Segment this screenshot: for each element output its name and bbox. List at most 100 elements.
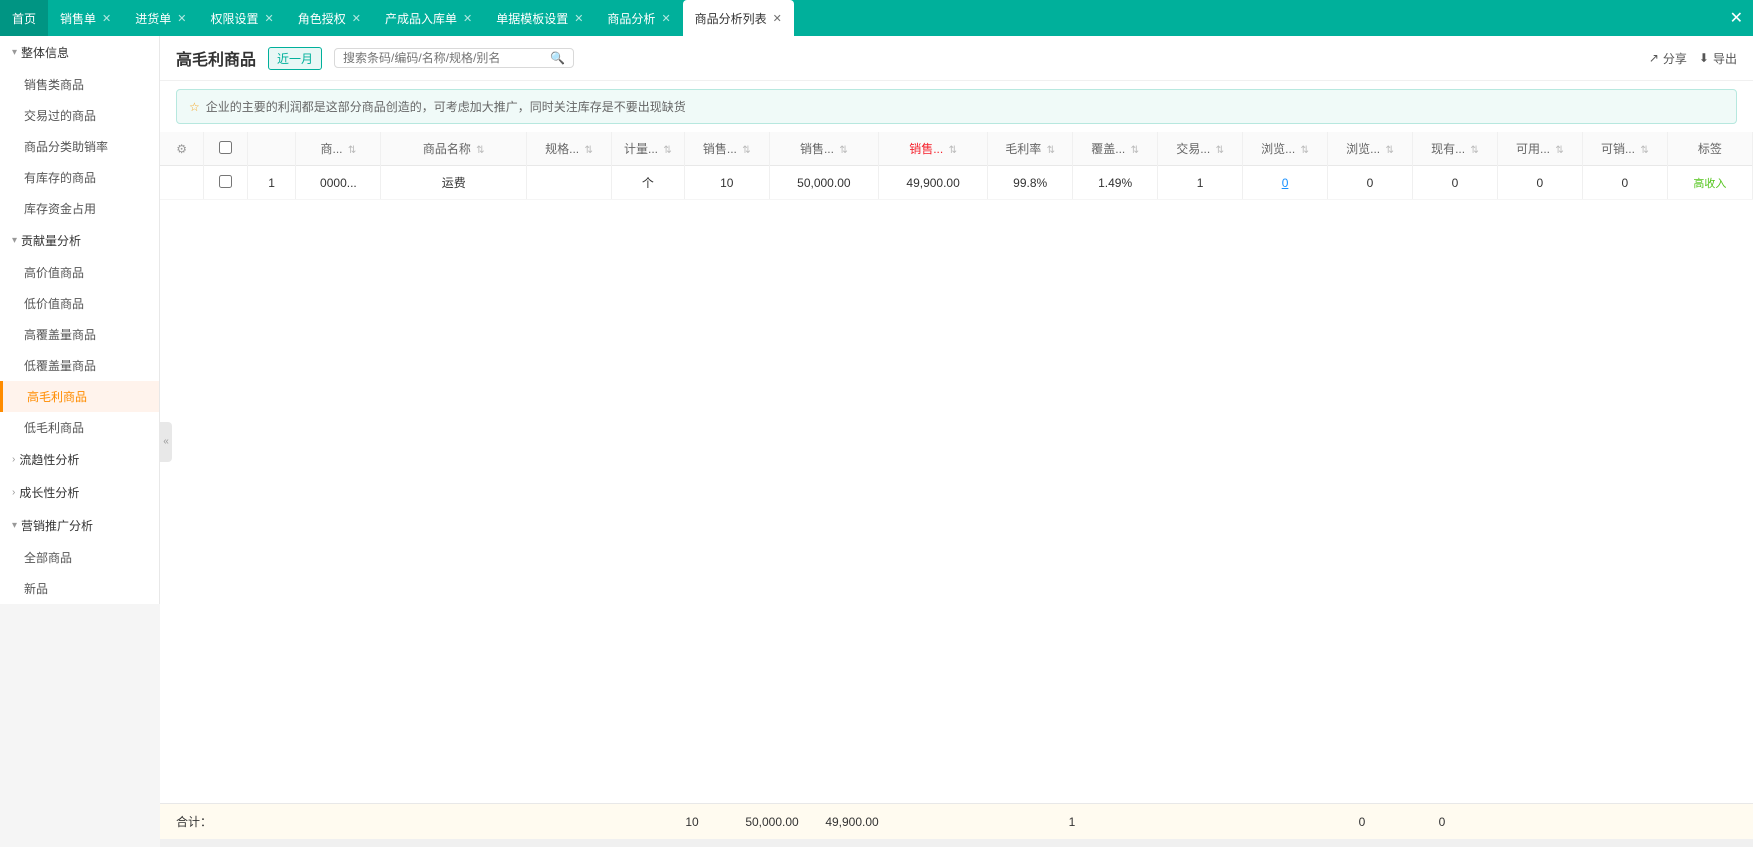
arrow-icon: ▾	[12, 47, 17, 58]
sidebar-item-high-margin[interactable]: 高毛利商品	[0, 381, 159, 412]
page-title: 高毛利商品	[176, 46, 256, 70]
sort-icon[interactable]: ⇅	[1555, 145, 1563, 156]
search-icon[interactable]: 🔍	[550, 51, 565, 65]
close-icon[interactable]: ✕	[574, 12, 583, 25]
footer-sale-cost: 49,900.00	[812, 815, 892, 829]
sort-icon[interactable]: ⇅	[1131, 145, 1139, 156]
sort-icon[interactable]: ⇅	[1385, 145, 1393, 156]
close-icon[interactable]: ✕	[352, 12, 361, 25]
tab-template[interactable]: 单据模板设置 ✕	[484, 0, 595, 36]
cell-trade: 1	[1158, 166, 1243, 200]
cell-num: 1	[247, 166, 296, 200]
sidebar: ▾ 整体信息 销售类商品 交易过的商品 商品分类助销率 有库存的商品 库存资金占…	[0, 36, 160, 604]
cell-spec	[527, 166, 612, 200]
th-checkbox	[204, 132, 248, 166]
cell-browse2: 0	[1328, 166, 1413, 200]
close-icon[interactable]: ✕	[177, 12, 186, 25]
cell-gross-rate: 99.8%	[988, 166, 1073, 200]
sidebar-item-all-goods[interactable]: 全部商品	[0, 542, 159, 573]
sidebar-group-flow[interactable]: › 流趋性分析	[0, 443, 159, 476]
cell-name: 运费	[381, 166, 527, 200]
cell-code: 0000...	[296, 166, 381, 200]
sidebar-item-traded-goods[interactable]: 交易过的商品	[0, 100, 159, 131]
close-icon[interactable]: ✕	[463, 12, 472, 25]
sidebar-item-low-margin[interactable]: 低毛利商品	[0, 412, 159, 443]
header-actions: ↗ 分享 ⬇ 导出	[1649, 50, 1737, 67]
tab-permission[interactable]: 权限设置 ✕	[198, 0, 285, 36]
share-button[interactable]: ↗ 分享	[1649, 50, 1687, 67]
sort-icon[interactable]: ⇅	[584, 145, 592, 156]
arrow-right-icon: ›	[12, 487, 15, 498]
sidebar-item-in-stock[interactable]: 有库存的商品	[0, 162, 159, 193]
th-browse1: 浏览... ⇅	[1243, 132, 1328, 166]
cell-coverage: 1.49%	[1073, 166, 1158, 200]
cell-browse1[interactable]: 0	[1243, 166, 1328, 200]
sort-icon[interactable]: ⇅	[1640, 145, 1648, 156]
th-browse2: 浏览... ⇅	[1328, 132, 1413, 166]
th-sale-cost: 销售... ⇅	[878, 132, 987, 166]
content-header: 高毛利商品 近一月 🔍 ↗ 分享 ⬇ 导出	[160, 36, 1753, 81]
th-trade: 交易... ⇅	[1158, 132, 1243, 166]
select-all-checkbox[interactable]	[219, 141, 232, 154]
close-all-button[interactable]: ✕	[1720, 8, 1753, 28]
close-icon[interactable]: ✕	[265, 12, 274, 25]
th-current-stock: 现有... ⇅	[1412, 132, 1497, 166]
sidebar-item-category-rate[interactable]: 商品分类助销率	[0, 131, 159, 162]
sidebar-item-stock-fund[interactable]: 库存资金占用	[0, 193, 159, 224]
sidebar-item-low-value[interactable]: 低价值商品	[0, 288, 159, 319]
tab-home[interactable]: 首页	[0, 0, 48, 36]
sort-icon[interactable]: ⇅	[1301, 145, 1309, 156]
tab-production[interactable]: 产成品入库单 ✕	[373, 0, 484, 36]
sidebar-group-contribution[interactable]: ▾ 贡献量分析	[0, 224, 159, 257]
tab-analysis[interactable]: 商品分析 ✕	[595, 0, 682, 36]
search-box: 🔍	[334, 48, 574, 68]
th-num	[247, 132, 296, 166]
th-unit: 计量... ⇅	[611, 132, 684, 166]
close-icon[interactable]: ✕	[661, 12, 670, 25]
sort-icon[interactable]: ⇅	[1047, 145, 1055, 156]
sidebar-item-low-coverage[interactable]: 低覆盖量商品	[0, 350, 159, 381]
sort-icon[interactable]: ⇅	[839, 145, 847, 156]
sidebar-group-marketing[interactable]: ▾ 营销推广分析	[0, 509, 159, 542]
main-container: ▾ 整体信息 销售类商品 交易过的商品 商品分类助销率 有库存的商品 库存资金占…	[0, 36, 1753, 847]
cell-current-stock: 0	[1412, 166, 1497, 200]
bottom-scrollbar[interactable]	[160, 839, 1753, 847]
row-checkbox[interactable]	[219, 175, 232, 188]
sort-icon[interactable]: ⇅	[1216, 145, 1224, 156]
close-icon[interactable]: ✕	[773, 12, 782, 25]
cell-sellable: 0	[1582, 166, 1667, 200]
time-filter-button[interactable]: 近一月	[268, 47, 322, 70]
sort-icon[interactable]: ⇅	[949, 145, 957, 156]
sidebar-item-new-goods[interactable]: 新品	[0, 573, 159, 604]
settings-icon[interactable]: ⚙	[176, 142, 187, 156]
sidebar-item-high-value[interactable]: 高价值商品	[0, 257, 159, 288]
sort-icon[interactable]: ⇅	[476, 145, 484, 156]
export-button[interactable]: ⬇ 导出	[1699, 50, 1737, 67]
footer-available: 0	[1322, 815, 1402, 829]
close-icon[interactable]: ✕	[102, 12, 111, 25]
tab-analysis-list[interactable]: 商品分析列表 ✕	[683, 0, 794, 36]
arrow-right-icon: ›	[12, 454, 15, 465]
table-footer: 合计： 10 50,000.00 49,900.00 1 0 0	[160, 803, 1753, 839]
cell-sale-amount: 50,000.00	[769, 166, 878, 200]
footer-sale-qty: 10	[652, 815, 732, 829]
cell-tag: 高收入	[1667, 166, 1752, 200]
sidebar-group-growth[interactable]: › 成长性分析	[0, 476, 159, 509]
th-tag: 标签	[1667, 132, 1752, 166]
tab-sales-order[interactable]: 销售单 ✕	[48, 0, 123, 36]
sort-icon[interactable]: ⇅	[348, 145, 356, 156]
sidebar-item-sales-goods[interactable]: 销售类商品	[0, 69, 159, 100]
tab-role[interactable]: 角色授权 ✕	[286, 0, 373, 36]
table-container: ⚙ 商... ⇅ 商品名称 ⇅	[160, 132, 1753, 803]
sort-icon[interactable]: ⇅	[1470, 145, 1478, 156]
sidebar-collapse-button[interactable]: «	[160, 422, 172, 462]
sort-icon[interactable]: ⇅	[742, 145, 750, 156]
th-settings[interactable]: ⚙	[160, 132, 204, 166]
cell-checkbox[interactable]	[204, 166, 248, 200]
sidebar-group-overall[interactable]: ▾ 整体信息	[0, 36, 159, 69]
search-input[interactable]	[343, 51, 550, 65]
sort-icon[interactable]: ⇅	[663, 145, 671, 156]
tab-purchase[interactable]: 进货单 ✕	[123, 0, 198, 36]
sidebar-item-high-coverage[interactable]: 高覆盖量商品	[0, 319, 159, 350]
th-spec: 规格... ⇅	[527, 132, 612, 166]
